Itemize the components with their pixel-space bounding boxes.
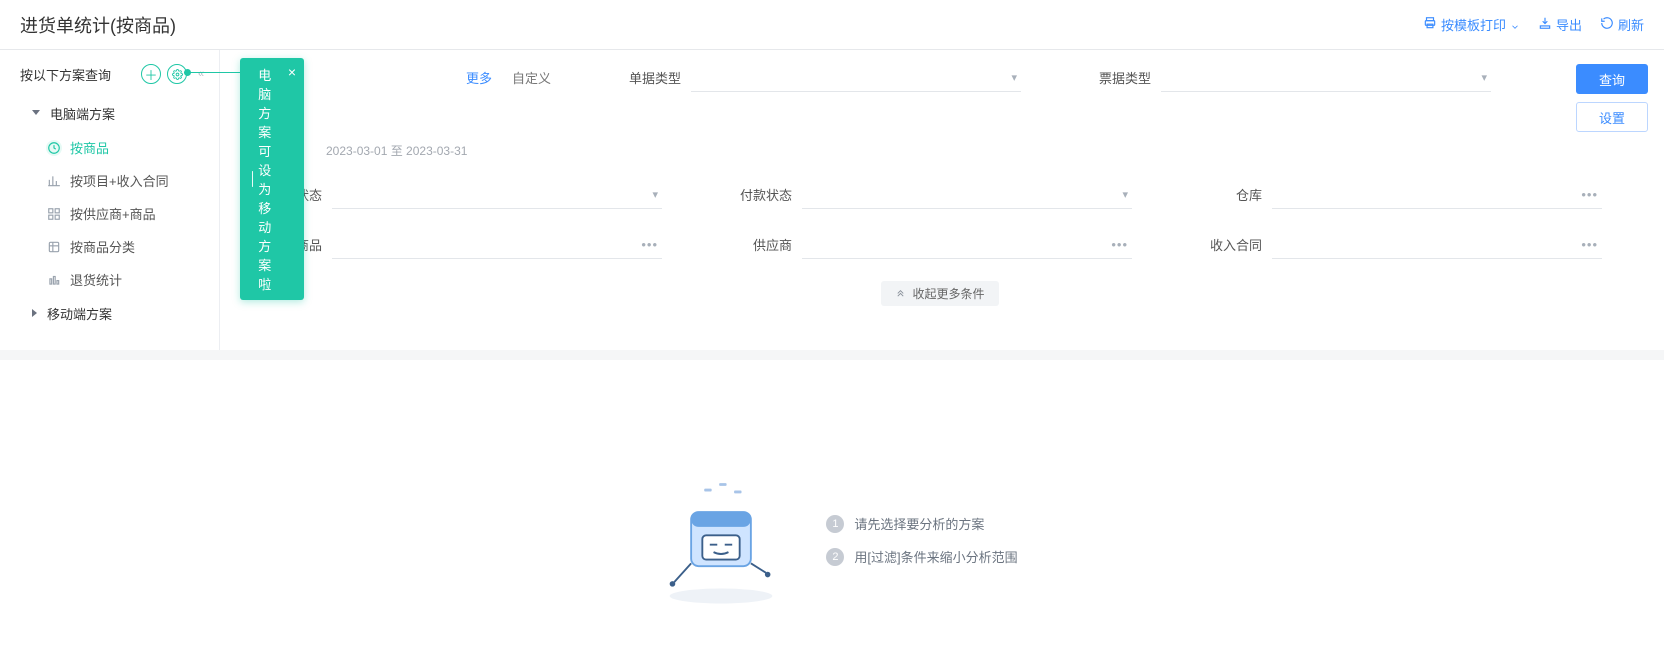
pay-status-label: 付款状态 — [702, 181, 792, 204]
sidebar-item-label: 按供应商+商品 — [70, 204, 156, 223]
chevron-down-icon — [1510, 20, 1520, 30]
income-contract-label: 收入合同 — [1172, 231, 1262, 254]
sidebar-item-by-supplier-product[interactable]: 按供应商+商品 — [40, 197, 211, 230]
bill-type-label: 单据类型 — [591, 64, 681, 87]
chevron-down-icon: ▾ — [1482, 71, 1488, 84]
refresh-button[interactable]: 刷新 — [1600, 15, 1644, 34]
step-number-badge: 1 — [826, 515, 844, 533]
header-actions: 按模板打印 导出 刷新 — [1423, 15, 1644, 34]
sidebar-item-label: 按商品分类 — [70, 237, 135, 256]
more-icon: ••• — [1581, 237, 1598, 252]
tree-group-desktop[interactable]: 电脑端方案 — [18, 96, 211, 131]
warehouse-picker[interactable]: ••• — [1272, 181, 1602, 209]
page-header: 进货单统计(按商品) 按模板打印 导出 — [0, 0, 1664, 50]
product-picker[interactable]: ••• — [332, 231, 662, 259]
add-plan-button[interactable]: ＋ — [141, 64, 161, 84]
date-custom-tag[interactable]: 自定义 — [512, 68, 551, 87]
bill-type-select[interactable]: ▾ — [691, 64, 1021, 92]
step-number-badge: 2 — [826, 548, 844, 566]
query-button[interactable]: 查询 — [1576, 64, 1648, 94]
income-contract-picker[interactable]: ••• — [1272, 231, 1602, 259]
chevron-down-icon: ▾ — [652, 188, 658, 201]
chart-icon — [46, 173, 62, 189]
caret-down-icon — [32, 110, 40, 115]
sidebar-item-label: 按项目+收入合同 — [70, 171, 169, 190]
sidebar-item-by-project-contract[interactable]: 按项目+收入合同 — [40, 164, 211, 197]
sidebar-item-by-product-category[interactable]: 按商品分类 — [40, 230, 211, 263]
tooltip-popover: 电脑方案可设为移动方案啦 × — [240, 58, 304, 300]
settings-button[interactable]: 设置 — [1576, 102, 1648, 132]
chevron-down-icon: ▾ — [1122, 188, 1128, 201]
refresh-icon — [1600, 16, 1614, 33]
sidebar-collapse-button[interactable]: « — [193, 66, 209, 82]
pay-status-select[interactable]: ▾ — [802, 181, 1132, 209]
category-icon — [46, 239, 62, 255]
sidebar-item-label: 按商品 — [70, 138, 109, 157]
print-template-button[interactable]: 按模板打印 — [1423, 15, 1520, 34]
tree-group-mobile[interactable]: 移动端方案 — [18, 296, 211, 331]
warehouse-label: 仓库 — [1172, 181, 1262, 204]
step-text: 请先选择要分析的方案 — [854, 514, 984, 533]
page-title: 进货单统计(按商品) — [20, 12, 176, 38]
collapse-conditions-button[interactable]: 收起更多条件 — [881, 281, 998, 306]
double-chevron-up-icon — [895, 287, 906, 301]
invoice-type-select[interactable]: ▾ — [1161, 64, 1491, 92]
invoice-type-label: 票据类型 — [1061, 64, 1151, 87]
date-range-display: 2023-03-01 至 2023-03-31 — [326, 142, 1648, 159]
empty-step-2: 2 用[过滤]条件来缩小分析范围 — [826, 547, 1017, 566]
clock-icon — [46, 140, 62, 156]
bill-status-select[interactable]: ▾ — [332, 181, 662, 209]
empty-state-illustration — [646, 470, 796, 610]
export-icon — [1538, 16, 1552, 33]
sidebar: 按以下方案查询 ＋ « 电脑方案可设为移动方案啦 × 电 — [0, 50, 220, 350]
grid-icon — [46, 206, 62, 222]
supplier-label: 供应商 — [702, 231, 792, 254]
caret-right-icon — [32, 309, 37, 317]
chevron-down-icon: ▾ — [1012, 71, 1018, 84]
export-button[interactable]: 导出 — [1538, 15, 1582, 34]
printer-icon — [1423, 16, 1437, 33]
supplier-picker[interactable]: ••• — [802, 231, 1132, 259]
sidebar-title: 按以下方案查询 — [20, 65, 111, 84]
sidebar-item-return-stats[interactable]: 退货统计 — [40, 263, 211, 296]
more-icon: ••• — [1581, 187, 1598, 202]
more-icon: ••• — [1111, 237, 1128, 252]
sidebar-item-label: 退货统计 — [70, 270, 122, 289]
date-more-link[interactable]: 更多 — [466, 68, 492, 87]
plan-tree: 电脑端方案 按商品 按项目+收入合同 — [0, 96, 219, 331]
tooltip-text: 电脑方案可设为移动方案啦 — [258, 65, 274, 293]
step-text: 用[过滤]条件来缩小分析范围 — [854, 547, 1017, 566]
more-icon: ••• — [641, 237, 658, 252]
sidebar-item-by-product[interactable]: 按商品 — [40, 131, 211, 164]
empty-state: 1 请先选择要分析的方案 2 用[过滤]条件来缩小分析范围 — [0, 360, 1664, 670]
filter-panel: 更多 自定义 单据类型 ▾ 票据类型 — [220, 50, 1664, 350]
empty-step-1: 1 请先选择要分析的方案 — [826, 514, 1017, 533]
tooltip-close-button[interactable]: × — [288, 64, 296, 80]
bars-icon — [46, 272, 62, 288]
